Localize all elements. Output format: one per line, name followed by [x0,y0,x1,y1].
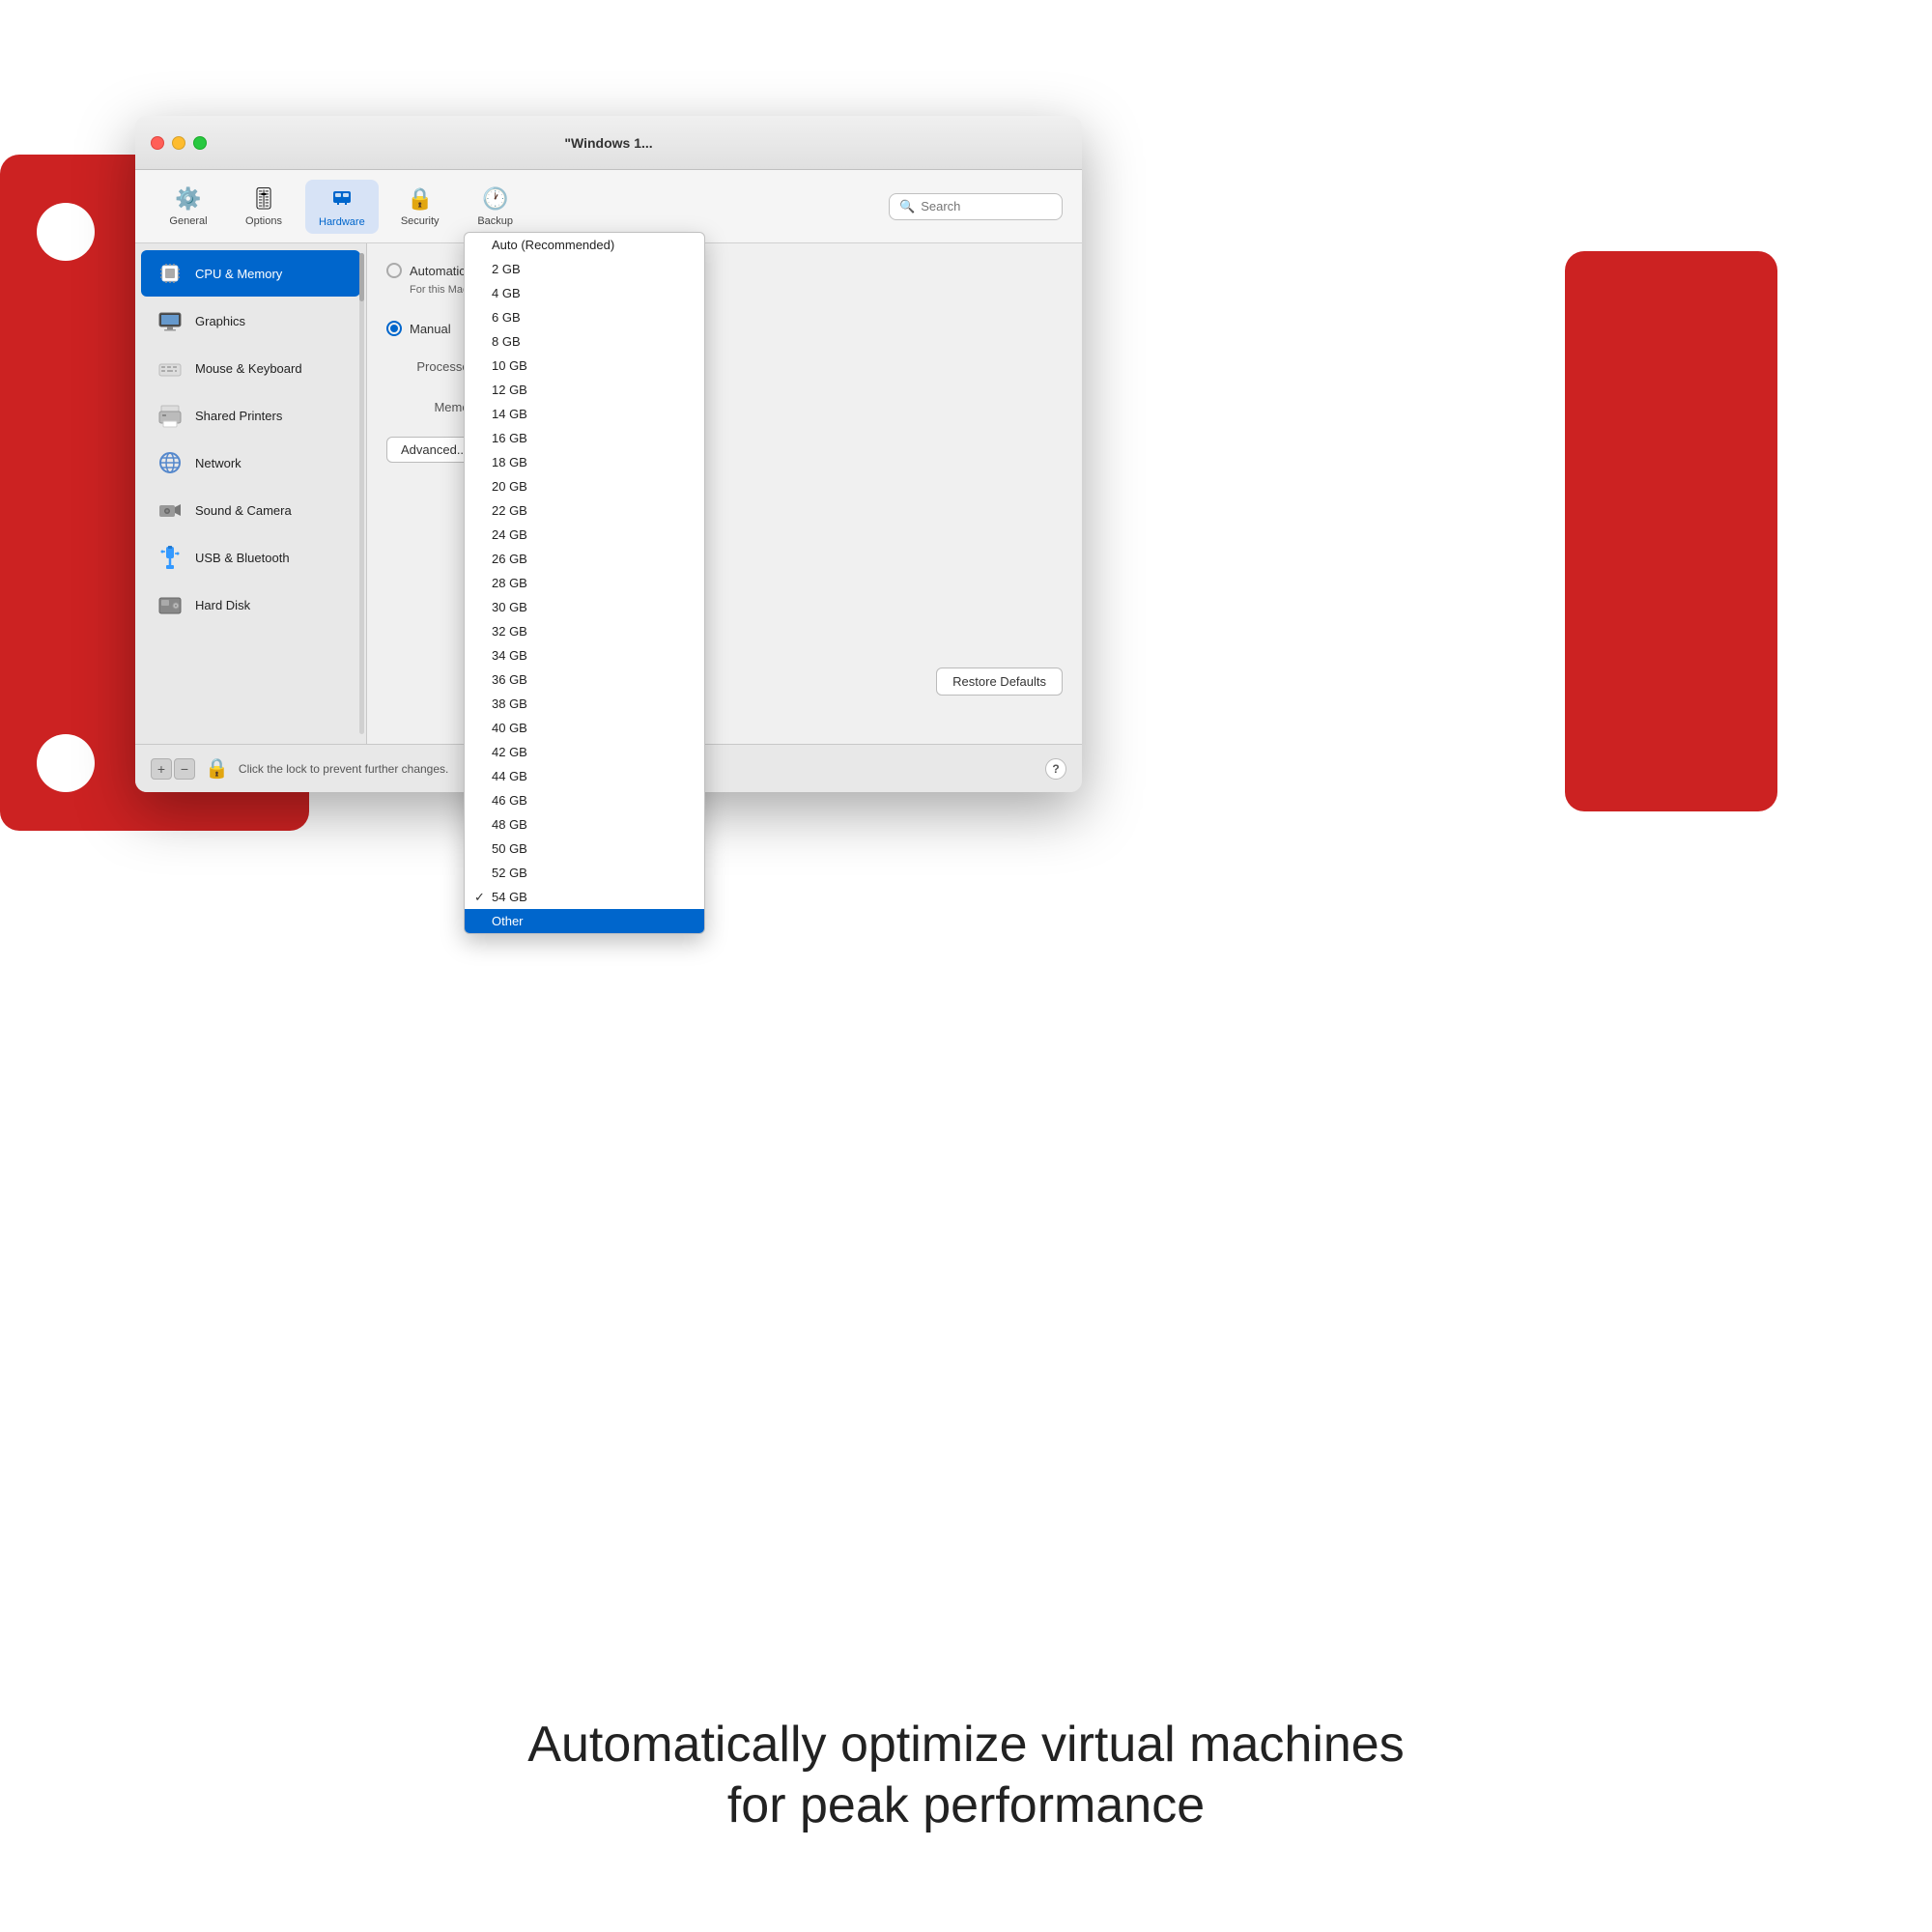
backup-icon: 🕐 [482,186,508,212]
close-button[interactable] [151,136,164,150]
sidebar-label-graphics: Graphics [195,314,245,328]
graphics-icon [155,305,185,336]
dropdown-item[interactable]: 30 GB [465,595,704,619]
toolbar-hardware[interactable]: Hardware [305,180,379,234]
window-title: "Windows 1... [564,135,652,151]
dropdown-item[interactable]: 40 GB [465,716,704,740]
camera-icon [155,495,185,526]
dropdown-item[interactable]: 8 GB [465,329,704,354]
dropdown-item[interactable]: 6 GB [465,305,704,329]
radio-manual-label: Manual [410,322,451,336]
sidebar-item-graphics[interactable]: Graphics [141,298,360,344]
sidebar-label-disk: Hard Disk [195,598,250,612]
sidebar: CPU & Memory Graphics [135,243,367,744]
memory-dropdown[interactable]: Auto (Recommended)2 GB4 GB6 GB8 GB10 GB1… [464,232,705,934]
dropdown-item[interactable]: 4 GB [465,281,704,305]
sidebar-item-network[interactable]: Network [141,440,360,486]
sidebar-item-printers[interactable]: Shared Printers [141,392,360,439]
sidebar-item-disk[interactable]: Hard Disk [141,582,360,628]
toolbar-options[interactable]: 🎚 Options [230,181,298,233]
dropdown-item[interactable]: 24 GB [465,523,704,547]
lock-icon[interactable]: 🔒 [205,756,229,781]
toolbar-general-label: General [169,215,207,227]
dropdown-item[interactable]: 18 GB [465,450,704,474]
printer-icon [155,400,185,431]
tagline-line2: for peak performance [0,1776,1932,1835]
toolbar-general[interactable]: ⚙️ General [155,181,222,233]
search-box[interactable]: 🔍 [889,193,1063,220]
search-input[interactable] [921,199,1052,213]
dropdown-item[interactable]: 14 GB [465,402,704,426]
scroll-track [359,253,364,734]
security-icon: 🔒 [407,186,433,212]
search-icon: 🔍 [899,199,915,214]
sidebar-label-sound: Sound & Camera [195,503,292,518]
dropdown-item[interactable]: 12 GB [465,378,704,402]
sidebar-label-printers: Shared Printers [195,409,282,423]
dropdown-item[interactable]: 32 GB [465,619,704,643]
dropdown-item[interactable]: 38 GB [465,692,704,716]
minimize-button[interactable] [172,136,185,150]
dropdown-item[interactable]: 52 GB [465,861,704,885]
dropdown-item[interactable]: 50 GB [465,837,704,861]
remove-item-button[interactable]: − [174,758,195,780]
sidebar-item-cpu[interactable]: CPU & Memory [141,250,360,297]
decorative-hole-top-left [37,203,95,261]
radio-automatic-circle[interactable] [386,263,402,278]
add-item-button[interactable]: + [151,758,172,780]
dropdown-item[interactable]: 46 GB [465,788,704,812]
scroll-thumb [359,253,364,301]
radio-manual-circle[interactable] [386,321,402,336]
tagline-line1: Automatically optimize virtual machines [0,1715,1932,1775]
sidebar-label-cpu: CPU & Memory [195,267,282,281]
radio-automatic-label: Automatic [410,264,466,278]
sidebar-label-network: Network [195,456,242,470]
toolbar-hardware-label: Hardware [319,216,365,228]
traffic-lights [151,136,207,150]
toolbar-options-label: Options [245,215,282,227]
dropdown-item[interactable]: 16 GB [465,426,704,450]
dropdown-item[interactable]: 2 GB [465,257,704,281]
tagline-section: Automatically optimize virtual machines … [0,1715,1932,1835]
usb-icon [155,542,185,573]
dropdown-item[interactable]: 10 GB [465,354,704,378]
network-icon [155,447,185,478]
options-icon: 🎚 [250,186,277,212]
sidebar-item-usb[interactable]: USB & Bluetooth [141,534,360,581]
sidebar-item-mouse[interactable]: Mouse & Keyboard [141,345,360,391]
dropdown-item[interactable]: 26 GB [465,547,704,571]
main-window: "Windows 1... ⚙️ General 🎚 Options [135,116,1082,792]
help-button[interactable]: ? [1045,758,1066,780]
restore-defaults-button[interactable]: Restore Defaults [936,668,1063,696]
sidebar-item-sound[interactable]: Sound & Camera [141,487,360,533]
maximize-button[interactable] [193,136,207,150]
dropdown-item[interactable]: 42 GB [465,740,704,764]
general-icon: ⚙️ [175,186,201,212]
dropdown-item[interactable]: 28 GB [465,571,704,595]
cpu-icon [155,258,185,289]
toolbar-security-label: Security [401,215,440,227]
sidebar-label-usb: USB & Bluetooth [195,551,290,565]
toolbar-backup[interactable]: 🕐 Backup [462,181,529,233]
dropdown-item[interactable]: 48 GB [465,812,704,837]
dropdown-item[interactable]: 20 GB [465,474,704,498]
dropdown-item[interactable]: 54 GB [465,885,704,909]
dropdown-item[interactable]: Auto (Recommended) [465,233,704,257]
dropdown-item[interactable]: Other [465,909,704,933]
decorative-red-right [1565,251,1777,811]
hardware-icon [331,185,353,213]
dropdown-item[interactable]: 36 GB [465,668,704,692]
disk-icon [155,589,185,620]
decorative-hole-bottom-left [37,734,95,792]
title-bar: "Windows 1... [135,116,1082,170]
keyboard-icon [155,353,185,384]
toolbar-backup-label: Backup [477,215,513,227]
lock-text: Click the lock to prevent further change… [239,762,448,776]
dropdown-item[interactable]: 34 GB [465,643,704,668]
dropdown-item[interactable]: 22 GB [465,498,704,523]
dropdown-item[interactable]: 44 GB [465,764,704,788]
sidebar-controls: + − [151,758,195,780]
sidebar-label-mouse: Mouse & Keyboard [195,361,302,376]
toolbar-security[interactable]: 🔒 Security [386,181,454,233]
